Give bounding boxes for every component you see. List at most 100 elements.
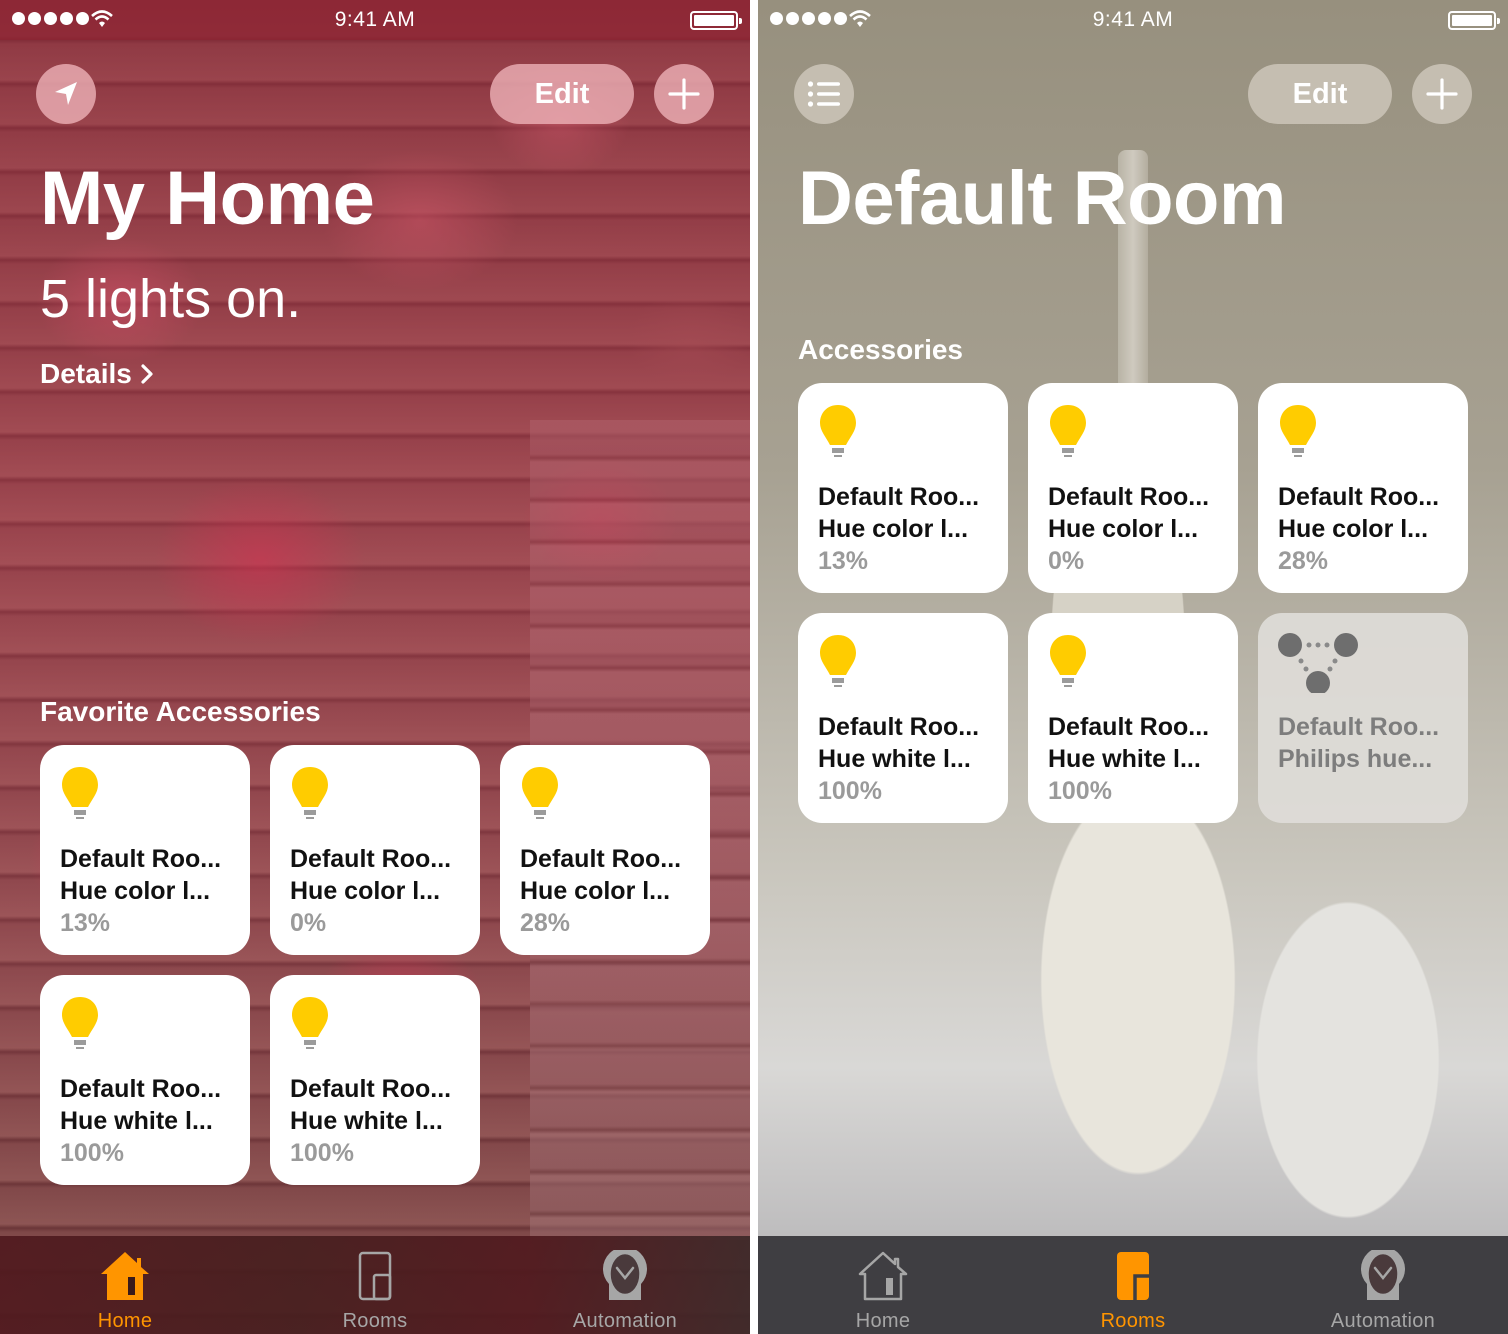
accessory-room-name: Default Roo... [1278, 483, 1440, 511]
accessory-status: 13% [60, 909, 111, 937]
tab-label: Automation [1330, 1310, 1436, 1332]
home-icon [97, 1250, 153, 1302]
tab-automation[interactable]: Automation [1258, 1236, 1508, 1334]
accessory-name: Hue white l... [60, 1107, 213, 1135]
lightbulb-icon [290, 765, 330, 825]
tab-rooms[interactable]: Rooms [250, 1236, 500, 1334]
edit-button[interactable]: Edit [1248, 64, 1392, 124]
section-title-favorites: Favorite Accessories [40, 696, 321, 727]
status-bar: 9:41 AM [758, 0, 1508, 40]
battery-icon [1448, 11, 1500, 30]
tab-label: Rooms [342, 1310, 408, 1332]
accessory-status: 100% [290, 1139, 354, 1167]
tab-home[interactable]: Home [0, 1236, 250, 1334]
accessory-status: 13% [818, 547, 869, 575]
lightbulb-icon [60, 765, 100, 825]
accessory-name: Hue color l... [290, 877, 441, 905]
add-button[interactable] [654, 64, 714, 124]
lightbulb-icon [818, 403, 858, 463]
accessory-tile[interactable]: Default Roo... Hue color l... 13% [798, 383, 1008, 593]
accessory-tile[interactable]: Default Roo... Hue white l... 100% [40, 975, 250, 1185]
lightbulb-icon [520, 765, 560, 825]
accessory-tile[interactable]: Default Roo... Hue white l... 100% [798, 613, 1008, 823]
add-button[interactable] [1412, 64, 1472, 124]
accessory-name: Philips hue... [1278, 745, 1433, 773]
accessory-room-name: Default Roo... [60, 1075, 222, 1103]
rooms-icon [347, 1250, 403, 1302]
accessory-status: 28% [1278, 547, 1329, 575]
lightbulb-icon [1278, 403, 1318, 463]
details-link[interactable]: Details [40, 358, 154, 390]
accessory-status: 100% [1048, 777, 1112, 805]
plus-icon [1426, 78, 1458, 110]
battery-icon [690, 11, 742, 30]
tab-label: Automation [572, 1310, 678, 1332]
location-button[interactable] [36, 64, 96, 124]
hue-bridge-icon [1278, 633, 1358, 695]
details-label: Details [40, 358, 132, 389]
accessories-grid: Default Roo... Hue color l... 13% Default R… [798, 383, 1468, 823]
list-icon [807, 81, 840, 107]
tab-bar: Home Rooms Automation [758, 1236, 1508, 1334]
automation-clock-icon [597, 1246, 653, 1302]
location-arrow-icon [55, 82, 77, 105]
accessory-status: 0% [290, 909, 327, 937]
chevron-right-icon [141, 364, 153, 384]
lightbulb-icon [290, 995, 330, 1055]
favorite-accessories-grid: Default Roo... Hue color l... 13% Default R… [40, 745, 710, 1185]
home-screen: 9:41 AM Edit My Home 5 lights on. Detail… [0, 0, 750, 1334]
accessory-status: 100% [60, 1139, 124, 1167]
accessory-room-name: Default Roo... [290, 1075, 452, 1103]
accessory-name: Hue color l... [1278, 515, 1429, 543]
accessory-tile[interactable]: Default Roo... Hue color l... 28% [1258, 383, 1468, 593]
rooms-list-button[interactable] [794, 64, 854, 124]
accessory-tile[interactable]: Default Roo... Philips hue... [1258, 613, 1468, 823]
accessory-room-name: Default Roo... [1278, 713, 1440, 741]
accessory-room-name: Default Roo... [290, 845, 452, 873]
status-time: 9:41 AM [1092, 8, 1174, 31]
accessory-room-name: Default Roo... [818, 713, 980, 741]
accessory-room-name: Default Roo... [60, 845, 222, 873]
accessory-name: Hue color l... [1048, 515, 1199, 543]
rooms-icon [1105, 1250, 1161, 1302]
accessory-tile[interactable]: Default Roo... Hue color l... 13% [40, 745, 250, 955]
edit-button[interactable]: Edit [490, 64, 634, 124]
automation-clock-icon [1355, 1246, 1411, 1302]
lightbulb-icon [1048, 633, 1088, 693]
home-icon [855, 1250, 911, 1302]
tab-home[interactable]: Home [758, 1236, 1008, 1334]
accessory-tile[interactable]: Default Roo... Hue color l... 28% [500, 745, 710, 955]
status-bar: 9:41 AM [0, 0, 750, 40]
status-time: 9:41 AM [334, 8, 416, 31]
accessory-status: 100% [818, 777, 882, 805]
accessory-name: Hue white l... [1048, 745, 1201, 773]
section-title-accessories: Accessories [798, 334, 964, 365]
tab-label: Home [97, 1310, 153, 1332]
accessory-room-name: Default Roo... [1048, 713, 1210, 741]
accessory-name: Hue white l... [818, 745, 971, 773]
accessory-tile[interactable]: Default Roo... Hue white l... 100% [270, 975, 480, 1185]
tab-rooms[interactable]: Rooms [1008, 1236, 1258, 1334]
plus-icon [668, 78, 700, 110]
accessory-status: 28% [520, 909, 571, 937]
tab-label: Rooms [1100, 1310, 1166, 1332]
accessory-name: Hue color l... [818, 515, 969, 543]
page-title: Default Room [798, 156, 1287, 241]
lights-summary: 5 lights on. [40, 269, 302, 329]
tab-label: Home [855, 1310, 911, 1332]
accessory-name: Hue color l... [60, 877, 211, 905]
lightbulb-icon [1048, 403, 1088, 463]
accessory-name: Hue white l... [290, 1107, 443, 1135]
page-title: My Home [40, 156, 375, 241]
lightbulb-icon [818, 633, 858, 693]
accessory-room-name: Default Roo... [818, 483, 980, 511]
tab-bar: Home Rooms Automation [0, 1236, 750, 1334]
accessory-tile[interactable]: Default Roo... Hue color l... 0% [270, 745, 480, 955]
lightbulb-icon [60, 995, 100, 1055]
tab-automation[interactable]: Automation [500, 1236, 750, 1334]
accessory-room-name: Default Roo... [1048, 483, 1210, 511]
accessory-status: 0% [1048, 547, 1085, 575]
accessory-tile[interactable]: Default Roo... Hue color l... 0% [1028, 383, 1238, 593]
accessory-room-name: Default Roo... [520, 845, 682, 873]
accessory-tile[interactable]: Default Roo... Hue white l... 100% [1028, 613, 1238, 823]
